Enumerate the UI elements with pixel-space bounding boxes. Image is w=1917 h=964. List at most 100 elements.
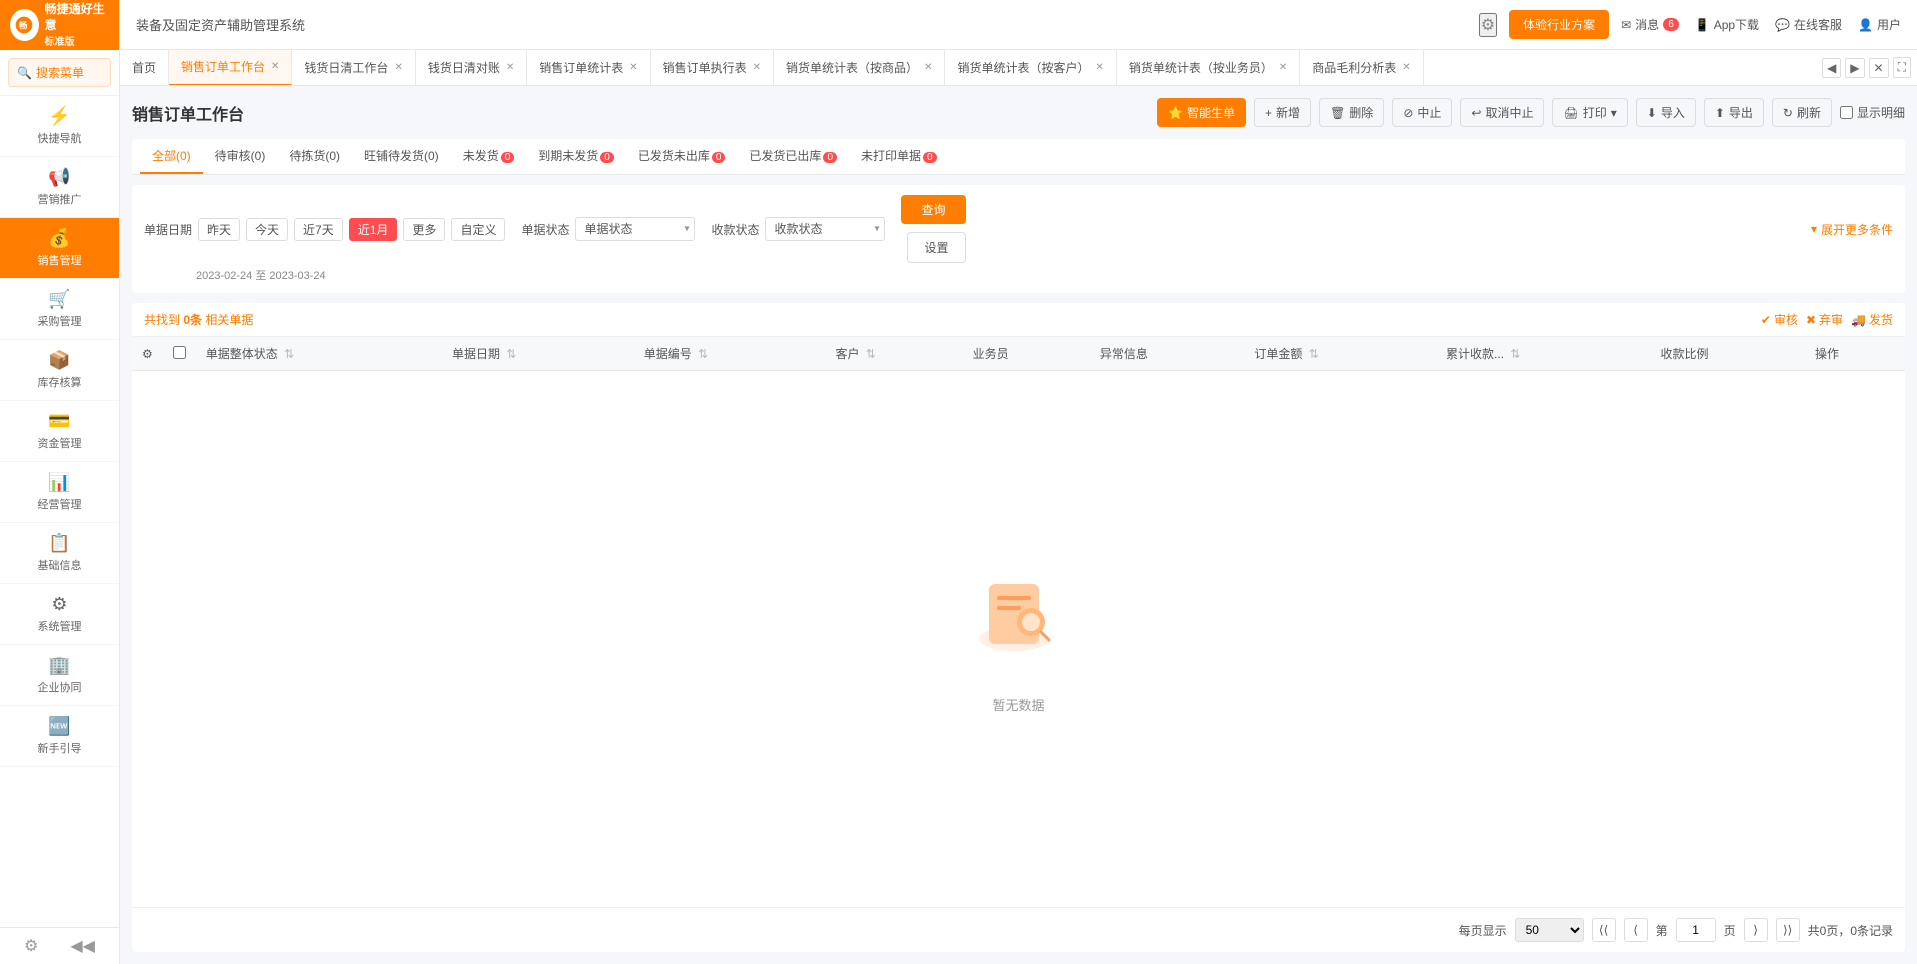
- cancel-review-button[interactable]: ✖ 弃审: [1806, 311, 1843, 328]
- number-sort-icon[interactable]: ⇅: [698, 347, 708, 361]
- tab-product-margin[interactable]: 商品毛利分析表 ✕: [1300, 50, 1423, 86]
- tab-cash-daily[interactable]: 钱货日清工作台 ✕: [292, 50, 415, 86]
- sub-tab-pending-inspect[interactable]: 待拣货(0): [277, 139, 352, 174]
- sidebar-item-operations[interactable]: 📊 经营管理: [0, 462, 119, 523]
- cancel-stop-button[interactable]: ↩ 取消中止: [1460, 98, 1544, 127]
- tab-sales-single-stats-customer[interactable]: 销货单统计表（按客户） ✕: [945, 50, 1116, 86]
- tab-close-btn[interactable]: ✕: [1095, 62, 1103, 73]
- page-header: 销售订单工作台 ⭐ 智能生单 + 新增 🗑 删除 ⊘ 中止: [132, 98, 1905, 127]
- result-count: 0条: [183, 313, 202, 327]
- expand-filter-button[interactable]: ▾ 展开更多条件: [1811, 221, 1893, 238]
- tab-cash-reconcile-close[interactable]: ✕: [506, 62, 514, 73]
- refresh-button[interactable]: ↻ 刷新: [1772, 98, 1832, 127]
- page-size-select[interactable]: 50 100: [1515, 918, 1584, 942]
- tabs-next-button[interactable]: ▶: [1845, 58, 1864, 78]
- sub-tab-shipped-not-warehoused[interactable]: 已发货未出库0: [626, 139, 738, 174]
- sub-tab-not-shipped[interactable]: 未发货0: [451, 139, 527, 174]
- sidebar-item-sales[interactable]: 💰 销售管理: [0, 218, 119, 279]
- date-yesterday-btn[interactable]: 昨天: [198, 218, 240, 241]
- sub-tab-shipped-warehoused[interactable]: 已发货已出库0: [737, 139, 849, 174]
- search-menu-button[interactable]: 🔍 搜索菜单: [8, 58, 111, 87]
- smart-create-button[interactable]: ⭐ 智能生单: [1157, 98, 1246, 127]
- tab-sales-order-exec[interactable]: 销售订单执行表 ✕: [651, 50, 774, 86]
- page-first-button[interactable]: ⟨⟨: [1592, 918, 1616, 942]
- collapse-sidebar-button[interactable]: ◀◀: [70, 936, 95, 956]
- date-1month-btn[interactable]: 近1月: [349, 218, 398, 241]
- sidebar-item-purchase[interactable]: 🛒 采购管理: [0, 279, 119, 340]
- tab-home[interactable]: 首页: [120, 50, 169, 86]
- status-sort-icon[interactable]: ⇅: [284, 347, 294, 361]
- message-button[interactable]: ✉ 消息 6: [1621, 16, 1679, 33]
- online-service-button[interactable]: 💬 在线客服: [1775, 16, 1842, 33]
- tab-close-btn[interactable]: ✕: [1279, 62, 1287, 73]
- stop-button[interactable]: ⊘ 中止: [1392, 98, 1452, 127]
- sub-tab-not-printed[interactable]: 未打印单据0: [849, 139, 949, 174]
- show-detail-checkbox[interactable]: [1840, 106, 1853, 119]
- tab-sales-order-exec-close[interactable]: ✕: [753, 62, 761, 73]
- sidebar-item-system[interactable]: ⚙ 系统管理: [0, 584, 119, 645]
- tabs-close-all-button[interactable]: ✕: [1869, 58, 1889, 78]
- date-7days-btn[interactable]: 近7天: [294, 218, 343, 241]
- date-more-btn[interactable]: 更多: [403, 218, 445, 241]
- page-title: 销售订单工作台: [132, 101, 244, 125]
- col-salesman: 业务员: [963, 337, 1090, 371]
- tab-sales-order-stats[interactable]: 销售订单统计表 ✕: [527, 50, 650, 86]
- col-settings[interactable]: ⚙: [132, 337, 163, 371]
- tabs-navigation: ◀ ▶ ✕ ⛶: [1816, 57, 1917, 78]
- import-button[interactable]: ⬇ 导入: [1636, 98, 1696, 127]
- topbar-settings-button[interactable]: ⚙: [1479, 13, 1497, 37]
- sub-tab-wangpu-pending[interactable]: 旺铺待发货(0): [352, 139, 451, 174]
- date-sort-icon[interactable]: ⇅: [506, 347, 516, 361]
- date-custom-btn[interactable]: 自定义: [451, 218, 505, 241]
- sidebar-item-basic-info[interactable]: 📋 基础信息: [0, 523, 119, 584]
- select-all-checkbox[interactable]: [173, 346, 186, 359]
- col-status: 单据整体状态 ⇅: [196, 337, 442, 371]
- delete-button[interactable]: 🗑 删除: [1319, 98, 1384, 127]
- tab-sales-order-stats-close[interactable]: ✕: [629, 62, 637, 73]
- tabs-maximize-button[interactable]: ⛶: [1893, 57, 1911, 78]
- amount-sort-icon[interactable]: ⇅: [1309, 347, 1319, 361]
- page-prev-button[interactable]: ⟨: [1624, 918, 1648, 942]
- ship-button[interactable]: 🚚 发货: [1851, 311, 1893, 328]
- app-download-button[interactable]: 📱 App下载: [1695, 16, 1759, 33]
- col-checkbox[interactable]: [163, 337, 196, 371]
- status-select[interactable]: 单据状态: [575, 217, 695, 241]
- tab-cash-daily-close[interactable]: ✕: [394, 62, 402, 73]
- print-button[interactable]: 🖨 打印 ▾: [1552, 98, 1627, 127]
- query-button[interactable]: 查询: [901, 195, 965, 224]
- settings-footer-button[interactable]: ⚙: [24, 936, 38, 956]
- customer-sort-icon[interactable]: ⇅: [866, 347, 876, 361]
- show-detail-toggle[interactable]: 显示明细: [1840, 104, 1905, 121]
- add-button[interactable]: + 新增: [1254, 98, 1311, 127]
- sidebar-item-marketing[interactable]: 📢 营销推广: [0, 157, 119, 218]
- sidebar-item-enterprise[interactable]: 🏢 企业协同: [0, 645, 119, 706]
- tab-cash-reconcile[interactable]: 钱货日清对账 ✕: [416, 50, 527, 86]
- page-input[interactable]: [1676, 918, 1716, 942]
- review-button[interactable]: ✔ 审核: [1761, 311, 1798, 328]
- sub-tab-pending-review[interactable]: 待审核(0): [203, 139, 278, 174]
- quick-nav-icon: ⚡: [48, 106, 70, 127]
- payment-select[interactable]: 收款状态: [765, 217, 885, 241]
- tab-close-btn[interactable]: ✕: [1402, 62, 1410, 73]
- sidebar-item-finance[interactable]: 💳 资金管理: [0, 401, 119, 462]
- industry-solution-button[interactable]: 体验行业方案: [1509, 10, 1609, 39]
- sub-tab-all[interactable]: 全部(0): [140, 139, 203, 174]
- sidebar-item-label: 采购管理: [38, 313, 82, 329]
- tab-sales-single-stats-product[interactable]: 销货单统计表（按商品） ✕: [774, 50, 945, 86]
- tab-sales-single-stats-staff[interactable]: 销货单统计表（按业务员） ✕: [1117, 50, 1300, 86]
- tab-close-btn[interactable]: ✕: [924, 62, 932, 73]
- sidebar-item-guide[interactable]: 🆕 新手引导: [0, 706, 119, 767]
- collected-sort-icon[interactable]: ⇅: [1510, 347, 1520, 361]
- export-button[interactable]: ⬆ 导出: [1704, 98, 1764, 127]
- tab-sales-workbench[interactable]: 销售订单工作台 ✕: [169, 50, 292, 86]
- user-menu-button[interactable]: 👤 用户: [1858, 16, 1901, 33]
- page-last-button[interactable]: ⟩⟩: [1776, 918, 1800, 942]
- sidebar-item-quick-nav[interactable]: ⚡ 快捷导航: [0, 96, 119, 157]
- tabs-prev-button[interactable]: ◀: [1822, 58, 1841, 78]
- page-next-button[interactable]: ⟩: [1744, 918, 1768, 942]
- date-today-btn[interactable]: 今天: [246, 218, 288, 241]
- settings-button[interactable]: 设置: [907, 232, 965, 263]
- tab-sales-workbench-close[interactable]: ✕: [271, 61, 279, 72]
- sub-tab-overdue-not-shipped[interactable]: 到期未发货0: [526, 139, 626, 174]
- sidebar-item-inventory[interactable]: 📦 库存核算: [0, 340, 119, 401]
